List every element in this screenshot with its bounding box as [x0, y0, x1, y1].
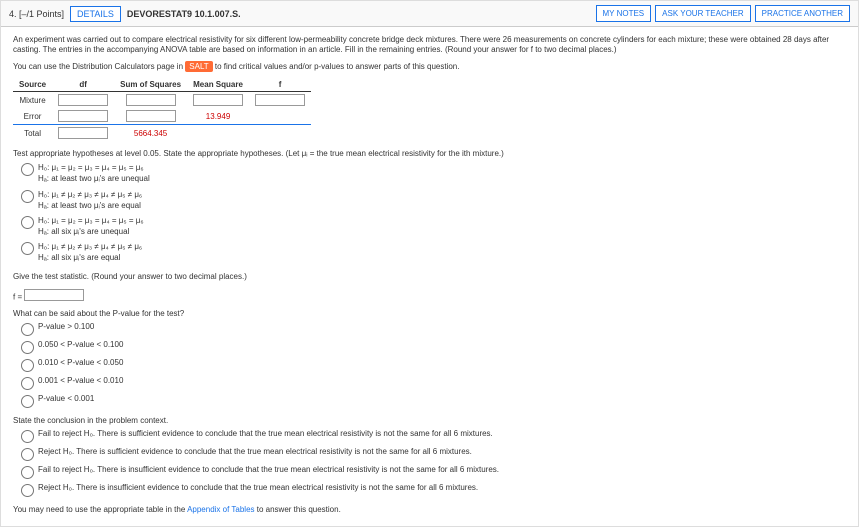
details-button[interactable]: DETAILS	[70, 6, 121, 22]
total-ss-value: 5664.345	[114, 125, 187, 142]
pval-radio-2[interactable]	[21, 341, 34, 354]
ask-teacher-button[interactable]: ASK YOUR TEACHER	[655, 5, 751, 22]
concl-opt-3: Fail to reject H₀. There is insufficient…	[38, 465, 499, 474]
appendix-link[interactable]: Appendix of Tables	[187, 505, 254, 514]
col-df: df	[52, 78, 114, 92]
col-ss: Sum of Squares	[114, 78, 187, 92]
error-ss-input[interactable]	[126, 110, 176, 122]
mixture-f-input[interactable]	[255, 94, 305, 106]
hyp2-h0: H₀: μ₁ ≠ μ₂ ≠ μ₃ ≠ μ₄ ≠ μ₅ ≠ μ₆	[38, 189, 142, 200]
mixture-ss-input[interactable]	[126, 94, 176, 106]
col-ms: Mean Square	[187, 78, 249, 92]
concl-opt-4: Reject H₀. There is insufficient evidenc…	[38, 483, 478, 492]
pval-opt-2: 0.050 < P-value < 0.100	[38, 340, 123, 349]
hyp-radio-4[interactable]	[21, 242, 34, 255]
error-df-input[interactable]	[58, 110, 108, 122]
hyp1-h0: H₀: μ₁ = μ₂ = μ₃ = μ₄ = μ₅ = μ₆	[38, 162, 150, 173]
pval-radio-1[interactable]	[21, 323, 34, 336]
conclusion-prompt: State the conclusion in the problem cont…	[13, 416, 846, 425]
intro-text: An experiment was carried out to compare…	[13, 35, 846, 56]
pval-opt-5: P-value < 0.001	[38, 394, 94, 403]
salt-line: You can use the Distribution Calculators…	[13, 62, 846, 72]
hyp4-ha: Hₐ: all six μᵢ's are equal	[38, 252, 142, 263]
hypotheses-prompt: Test appropriate hypotheses at level 0.0…	[13, 149, 846, 158]
hyp4-h0: H₀: μ₁ ≠ μ₂ ≠ μ₃ ≠ μ₄ ≠ μ₅ ≠ μ₆	[38, 241, 142, 252]
hyp-radio-1[interactable]	[21, 163, 34, 176]
appendix-a: You may need to use the appropriate tabl…	[13, 505, 187, 514]
pval-radio-5[interactable]	[21, 395, 34, 408]
salt-badge[interactable]: SALT	[185, 61, 212, 72]
total-df-input[interactable]	[58, 127, 108, 139]
hyp1-ha: Hₐ: at least two μᵢ's are unequal	[38, 173, 150, 184]
concl-radio-3[interactable]	[21, 466, 34, 479]
pval-opt-3: 0.010 < P-value < 0.050	[38, 358, 123, 367]
my-notes-button[interactable]: MY NOTES	[596, 5, 652, 22]
pval-opt-1: P-value > 0.100	[38, 322, 94, 331]
col-source: Source	[13, 78, 52, 92]
mixture-ms-input[interactable]	[193, 94, 243, 106]
question-number: 4. [–/1 Points]	[9, 9, 64, 19]
concl-opt-2: Reject H₀. There is sufficient evidence …	[38, 447, 472, 456]
hyp3-h0: H₀: μ₁ = μ₂ = μ₃ = μ₄ = μ₅ = μ₆	[38, 215, 144, 226]
anova-table: Source df Sum of Squares Mean Square f M…	[13, 78, 311, 141]
teststat-prompt: Give the test statistic. (Round your ans…	[13, 272, 846, 281]
f-label: f =	[13, 292, 22, 301]
pval-opt-4: 0.001 < P-value < 0.010	[38, 376, 123, 385]
hyp-radio-2[interactable]	[21, 190, 34, 203]
concl-radio-4[interactable]	[21, 484, 34, 497]
hyp3-ha: Hₐ: all six μᵢ's are unequal	[38, 226, 144, 237]
row-error-label: Error	[13, 108, 52, 125]
salt-text-a: You can use the Distribution Calculators…	[13, 62, 185, 71]
salt-text-b: to find critical values and/or p-values …	[213, 62, 460, 71]
appendix-b: to answer this question.	[255, 505, 341, 514]
row-total-label: Total	[13, 125, 52, 142]
pval-radio-4[interactable]	[21, 377, 34, 390]
mixture-df-input[interactable]	[58, 94, 108, 106]
hyp-radio-3[interactable]	[21, 216, 34, 229]
f-input[interactable]	[24, 289, 84, 301]
appendix-line: You may need to use the appropriate tabl…	[13, 505, 846, 514]
book-reference: DEVORESTAT9 10.1.007.S.	[127, 9, 241, 19]
error-ms-value: 13.949	[187, 108, 249, 125]
col-f: f	[249, 78, 311, 92]
concl-radio-1[interactable]	[21, 430, 34, 443]
hyp2-ha: Hₐ: at least two μᵢ's are equal	[38, 200, 142, 211]
pval-radio-3[interactable]	[21, 359, 34, 372]
concl-opt-1: Fail to reject H₀. There is sufficient e…	[38, 429, 493, 438]
concl-radio-2[interactable]	[21, 448, 34, 461]
question-header: 4. [–/1 Points] DETAILS DEVORESTAT9 10.1…	[1, 1, 858, 27]
row-mixture-label: Mixture	[13, 92, 52, 109]
practice-another-button[interactable]: PRACTICE ANOTHER	[755, 5, 850, 22]
pvalue-prompt: What can be said about the P-value for t…	[13, 309, 846, 318]
